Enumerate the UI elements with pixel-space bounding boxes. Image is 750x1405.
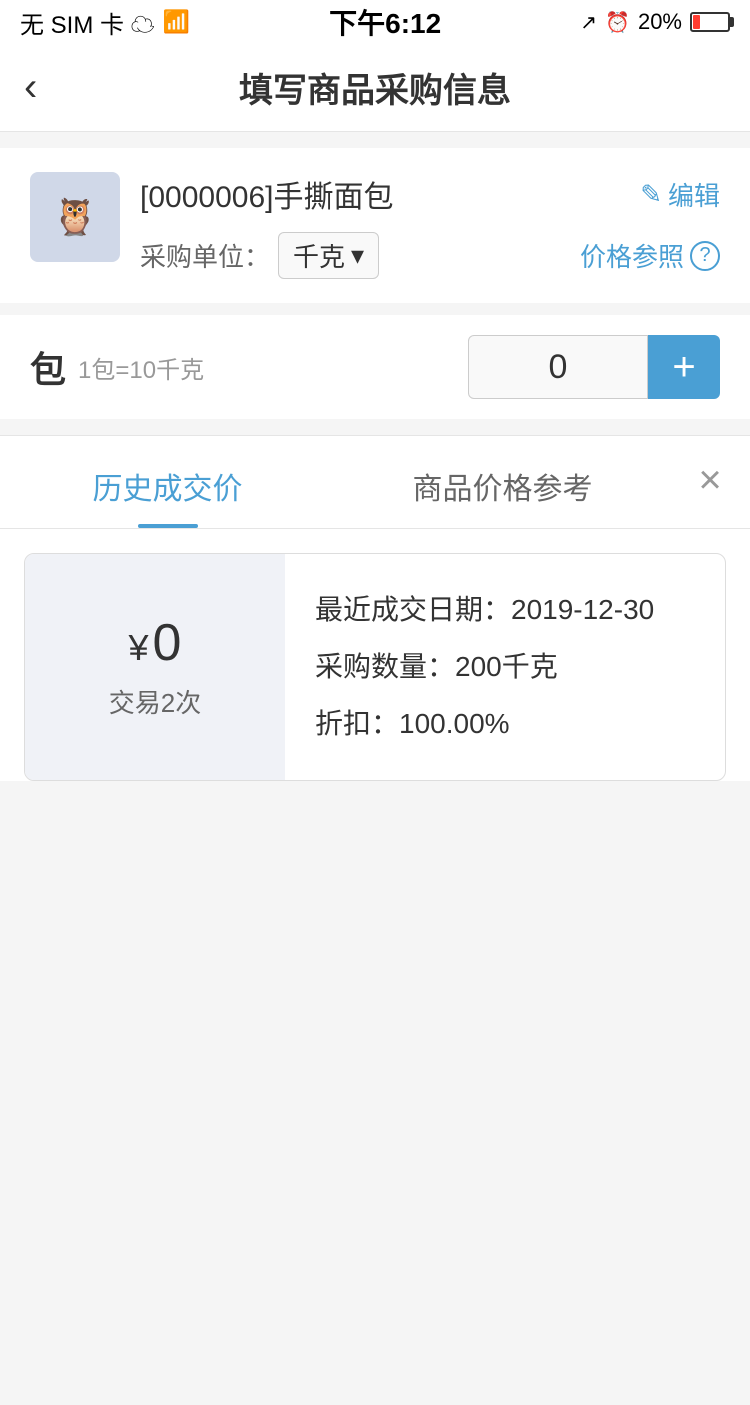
- discount-rate: 折扣：100.00%: [315, 704, 695, 743]
- product-thumb-icon: 🦉: [53, 196, 98, 238]
- bottom-area: [0, 805, 750, 1405]
- tab-close-button[interactable]: ×: [670, 458, 750, 507]
- purchase-quantity: 采购数量：200千克: [315, 647, 695, 686]
- last-transaction-date: 最近成交日期：2019-12-30: [315, 590, 695, 629]
- status-right: ↗ ⏰ 20%: [580, 9, 730, 35]
- edit-icon: ✎: [640, 179, 662, 210]
- battery-percent: 20%: [638, 9, 682, 35]
- price-amount: ¥0: [129, 613, 182, 673]
- unit-label: 采购单位： 千克 ▾: [140, 232, 379, 279]
- edit-label: 编辑: [668, 176, 720, 213]
- tabs-header: 历史成交价 商品价格参考 ×: [0, 436, 750, 529]
- trade-count: 交易2次: [109, 683, 201, 720]
- price-details: 最近成交日期：2019-12-30 采购数量：200千克 折扣：100.00%: [285, 554, 725, 780]
- product-info: [0000006]手撕面包 ✎ 编辑 采购单位： 千克 ▾ 价格参照 ?: [140, 172, 720, 279]
- back-button[interactable]: ‹: [24, 65, 37, 110]
- unit-label-text: 采购单位：: [140, 237, 270, 274]
- product-thumbnail: 🦉: [30, 172, 120, 262]
- unit-badge-label: 包: [30, 341, 66, 393]
- page-title: 填写商品采购信息: [239, 63, 511, 112]
- quantity-section: 包 1包=10千克 +: [0, 315, 750, 419]
- wifi-icon: 📶: [163, 9, 190, 35]
- currency-symbol: ¥: [129, 627, 149, 668]
- unit-badge: 包 1包=10千克: [30, 341, 468, 393]
- price-summary: ¥0 交易2次: [25, 554, 285, 780]
- location-icon: ↗: [580, 10, 597, 35]
- unit-conversion: 1包=10千克: [78, 350, 204, 385]
- edit-button[interactable]: ✎ 编辑: [640, 176, 720, 213]
- quantity-input[interactable]: [468, 335, 648, 399]
- price-ref-label: 价格参照: [580, 237, 684, 274]
- product-card: 🦉 [0000006]手撕面包 ✎ 编辑 采购单位： 千克 ▾ 价格参照 ?: [0, 148, 750, 303]
- alarm-icon: ⏰: [605, 10, 630, 35]
- product-header: [0000006]手撕面包 ✎ 编辑: [140, 172, 720, 216]
- quantity-plus-button[interactable]: +: [648, 335, 720, 399]
- help-icon: ?: [690, 241, 720, 271]
- status-time: 下午6:12: [329, 2, 441, 42]
- unit-select[interactable]: 千克 ▾: [278, 232, 379, 279]
- product-name: [0000006]手撕面包: [140, 172, 393, 216]
- price-ref-button[interactable]: 价格参照 ?: [580, 237, 720, 274]
- product-unit-row: 采购单位： 千克 ▾ 价格参照 ?: [140, 232, 720, 279]
- status-left: 无 SIM 卡 ☁ 📶: [20, 5, 190, 40]
- battery-icon: [690, 12, 730, 32]
- nav-bar: ‹ 填写商品采购信息: [0, 44, 750, 132]
- tab-product-price-ref[interactable]: 商品价格参考: [335, 436, 670, 528]
- quantity-control: +: [468, 335, 720, 399]
- status-bar: 无 SIM 卡 ☁ 📶 下午6:12 ↗ ⏰ 20%: [0, 0, 750, 44]
- price-card: ¥0 交易2次 最近成交日期：2019-12-30 采购数量：200千克 折扣：…: [24, 553, 726, 781]
- price-value: 0: [153, 614, 182, 672]
- unit-value: 千克: [293, 237, 345, 274]
- tab-history-price[interactable]: 历史成交价: [0, 436, 335, 528]
- dropdown-icon: ▾: [351, 240, 364, 271]
- tabs-section: 历史成交价 商品价格参考 × ¥0 交易2次 最近成交日期：2019-12-30…: [0, 435, 750, 781]
- no-sim-text: 无 SIM 卡 ☁: [20, 5, 155, 40]
